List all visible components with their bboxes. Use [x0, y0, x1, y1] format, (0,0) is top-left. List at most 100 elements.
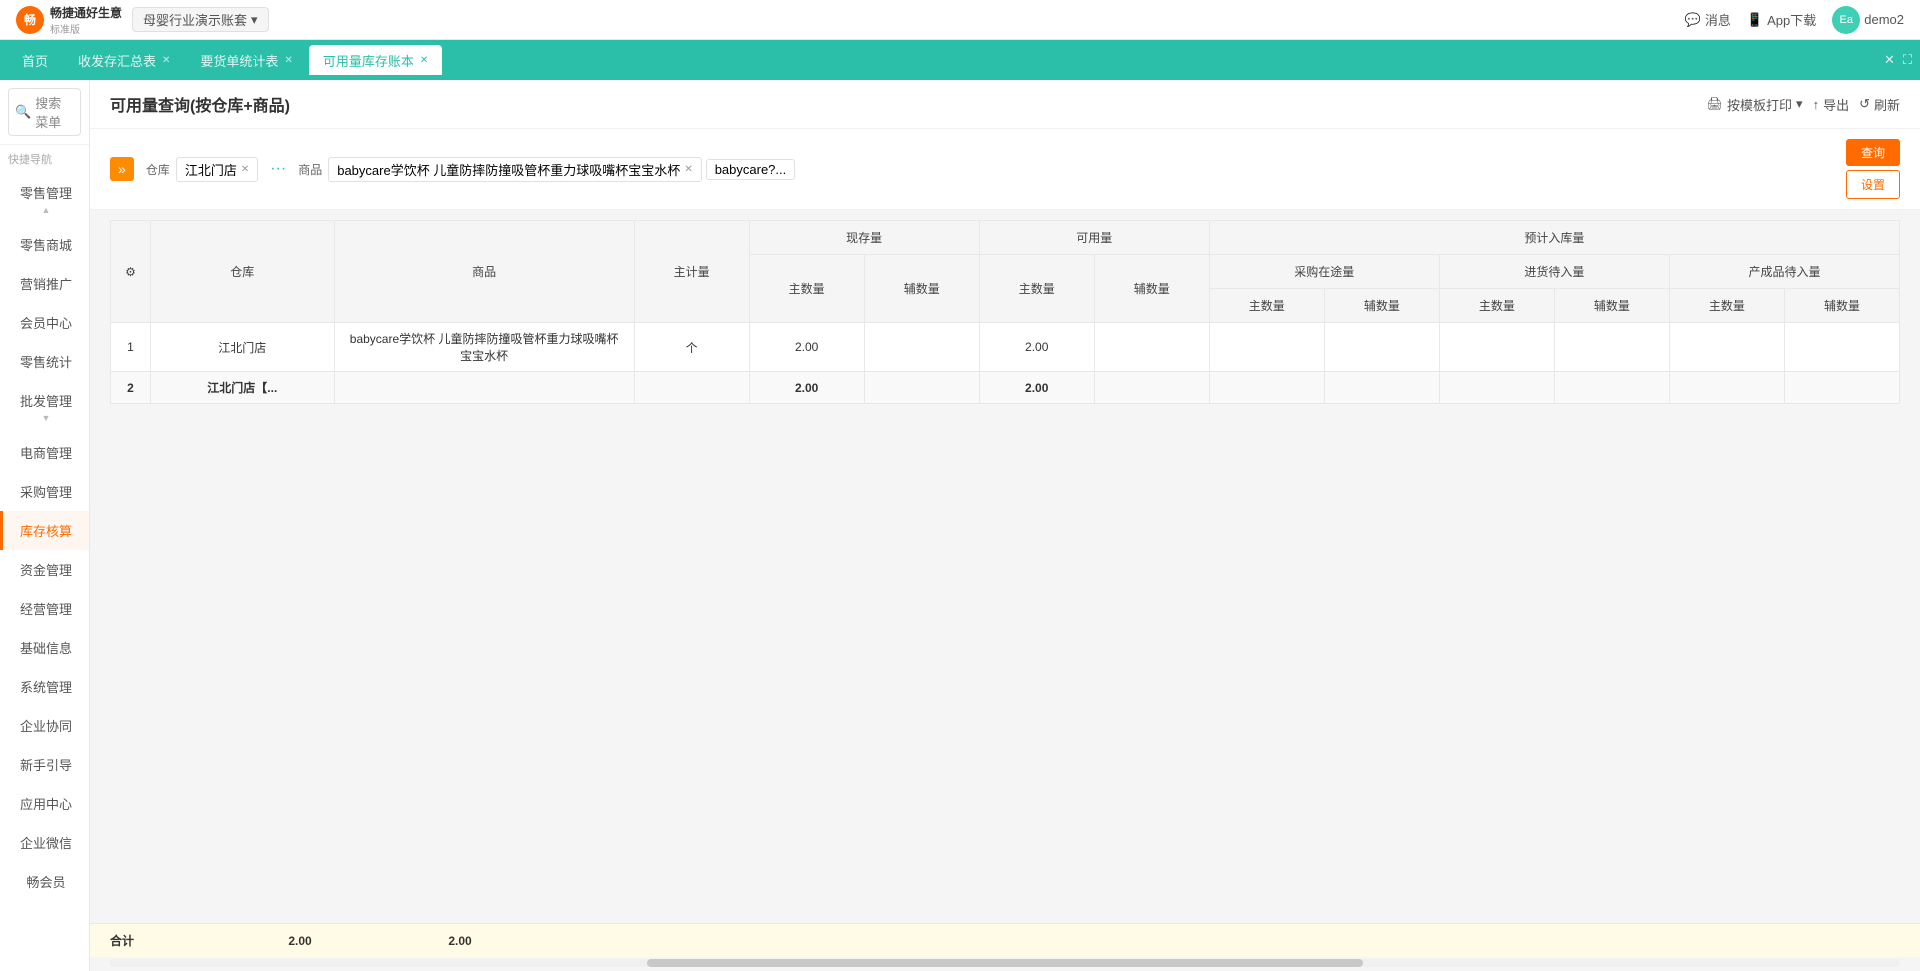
tab-action-expand[interactable]: ⛶ [1903, 52, 1912, 68]
sidebar-item-system[interactable]: 系统管理 [0, 667, 89, 706]
tab-order-stats-close[interactable]: ✕ [284, 55, 292, 66]
sidebar-item-app-center[interactable]: 应用中心 [0, 784, 89, 823]
sidebar-vip-label: 畅会员 [26, 872, 65, 891]
sidebar-finance-label: 资金管理 [20, 560, 72, 579]
product-tag-1[interactable]: babycare?... [706, 159, 796, 180]
product-tag-0[interactable]: babycare学饮杯 儿童防摔防撞吸管杯重力球吸嘴杯宝宝水杯 ✕ [328, 157, 701, 182]
message-btn[interactable]: 💬 消息 [1685, 10, 1731, 29]
sidebar-item-inventory[interactable]: 库存核算 [0, 511, 89, 550]
sidebar-item-ecommerce[interactable]: 电商管理 [0, 433, 89, 472]
warehouse-tag-0[interactable]: 江北门店 ✕ [176, 157, 258, 182]
row-1-stock-main: 2.00 [749, 323, 864, 372]
tab-available-stock-close[interactable]: ✕ [420, 55, 428, 66]
filter-bar: » 仓库 江北门店 ✕ ··· 商品 babycare学饮杯 儿童防摔防撞吸管杯… [90, 129, 1920, 210]
th-inbound-pending: 进货待入量 [1439, 255, 1669, 289]
th-settings[interactable]: ⚙ [111, 221, 151, 323]
row-1-purchase-aux [1324, 323, 1439, 372]
sidebar-item-wholesale[interactable]: 批发管理 ▼ [0, 381, 89, 433]
sidebar-item-retail-mall[interactable]: 零售商城 [0, 225, 89, 264]
row-2-index: 2 [111, 372, 151, 404]
scroll-bar-thumb[interactable] [647, 959, 1363, 967]
industry-chevron: ▾ [251, 12, 258, 28]
sidebar-item-members[interactable]: 会员中心 [0, 303, 89, 342]
print-chevron: ▾ [1796, 96, 1803, 112]
sidebar-item-wechat[interactable]: 企业微信 [0, 823, 89, 862]
filter-more-warehouse[interactable]: ··· [270, 160, 286, 178]
user-profile[interactable]: Ea demo2 [1832, 6, 1904, 34]
industry-selector[interactable]: 母婴行业演示账套 ▾ [132, 7, 269, 32]
row-1-index: 1 [111, 323, 151, 372]
th-stock-aux: 辅数量 [864, 255, 979, 323]
sidebar-purchase-label: 采购管理 [20, 482, 72, 501]
sidebar-zero-retail-label: 零售管理 [20, 183, 72, 202]
sidebar-nav-label: 快捷导航 [0, 145, 89, 173]
sidebar-item-vip[interactable]: 畅会员 [0, 862, 89, 901]
table-row: 1 江北门店 babycare学饮杯 儿童防摔防撞吸管杯重力球吸嘴杯宝宝水杯 个… [111, 323, 1900, 372]
export-btn[interactable]: ↑ 导出 [1813, 95, 1850, 114]
filter-actions: 查询 设置 [1846, 139, 1900, 199]
sidebar-item-retail-stats[interactable]: 零售统计 [0, 342, 89, 381]
top-bar-left: 畅 畅捷通好生意 标准版 母婴行业演示账套 ▾ [16, 4, 269, 36]
tab-available-stock[interactable]: 可用量库存账本 ✕ [309, 45, 442, 75]
refresh-icon: ↺ [1859, 96, 1870, 112]
tab-order-stats[interactable]: 要货单统计表 ✕ [186, 45, 306, 75]
sidebar-search[interactable]: 🔍 搜索菜单 [0, 80, 89, 145]
export-label: 导出 [1823, 95, 1849, 114]
tab-receipts[interactable]: 收发存汇总表 ✕ [64, 45, 184, 75]
product-tag-0-remove[interactable]: ✕ [684, 164, 692, 175]
tab-receipts-label: 收发存汇总表 [78, 51, 156, 70]
sidebar-item-business[interactable]: 经营管理 [0, 589, 89, 628]
row-1-prod-main [1669, 323, 1784, 372]
th-prod-main: 主数量 [1669, 289, 1784, 323]
th-purchase-aux: 辅数量 [1324, 289, 1439, 323]
username: demo2 [1864, 12, 1904, 27]
tab-action-close[interactable]: ✕ [1884, 52, 1895, 68]
row-1-warehouse: 江北门店 [151, 323, 335, 372]
sidebar-item-marketing[interactable]: 营销推广 [0, 264, 89, 303]
tab-receipts-close[interactable]: ✕ [162, 55, 170, 66]
scroll-bar-track [110, 959, 1900, 967]
sidebar-members-label: 会员中心 [20, 313, 72, 332]
data-table: ⚙ 仓库 商品 主计量 现存量 可用量 预计入库量 主数量 辅数量 主数量 辅数… [110, 220, 1900, 404]
app-icon: 📱 [1747, 12, 1763, 28]
search-menu-btn[interactable]: 🔍 搜索菜单 [8, 88, 81, 136]
product-tag-1-text: babycare?... [715, 162, 787, 177]
sidebar-item-finance[interactable]: 资金管理 [0, 550, 89, 589]
footer-stock-aux [340, 934, 420, 948]
row-2-unit [634, 372, 749, 404]
chevron-down-icon: ▲ [42, 205, 51, 215]
row-2-avail-aux [1094, 372, 1209, 404]
content-area: 可用量查询(按仓库+商品) 🖨 按模板打印 ▾ ↑ 导出 ↺ 刷新 » [90, 80, 1920, 971]
sidebar-marketing-label: 营销推广 [20, 274, 72, 293]
message-icon: 💬 [1685, 12, 1701, 28]
sidebar-item-basic[interactable]: 基础信息 [0, 628, 89, 667]
product-tags: babycare学饮杯 儿童防摔防撞吸管杯重力球吸嘴杯宝宝水杯 ✕ babyca… [328, 157, 795, 182]
row-2-inbound-main [1439, 372, 1554, 404]
tab-home[interactable]: 首页 [8, 45, 62, 75]
filter-toggle-btn[interactable]: » [110, 157, 134, 181]
th-planned-inbound: 预计入库量 [1209, 221, 1899, 255]
brand-sub: 标准版 [50, 21, 122, 36]
warehouse-tag-0-remove[interactable]: ✕ [241, 164, 249, 175]
product-filter-label: 商品 [298, 161, 322, 178]
sidebar-item-zero-retail[interactable]: 零售管理 ▲ [0, 173, 89, 225]
row-1-purchase-main [1209, 323, 1324, 372]
sidebar-item-purchase[interactable]: 采购管理 [0, 472, 89, 511]
row-1-inbound-main [1439, 323, 1554, 372]
query-button[interactable]: 查询 [1846, 139, 1900, 166]
sidebar-retail-mall-label: 零售商城 [20, 235, 72, 254]
sidebar-item-guide[interactable]: 新手引导 [0, 745, 89, 784]
sidebar-item-enterprise[interactable]: 企业协同 [0, 706, 89, 745]
print-label: 按模板打印 [1727, 95, 1792, 114]
print-btn[interactable]: 🖨 按模板打印 ▾ [1707, 95, 1803, 114]
row-2-warehouse: 江北门店【... [151, 372, 335, 404]
th-current-stock: 现存量 [749, 221, 979, 255]
tab-available-stock-label: 可用量库存账本 [323, 51, 414, 70]
settings-button[interactable]: 设置 [1846, 170, 1900, 199]
sidebar-system-label: 系统管理 [20, 677, 72, 696]
table-scroll-bar[interactable] [90, 957, 1920, 971]
product-filter-group: 商品 babycare学饮杯 儿童防摔防撞吸管杯重力球吸嘴杯宝宝水杯 ✕ bab… [298, 157, 795, 182]
row-2-stock-aux [864, 372, 979, 404]
refresh-btn[interactable]: ↺ 刷新 [1859, 95, 1900, 114]
app-download-btn[interactable]: 📱 App下载 [1747, 10, 1816, 29]
